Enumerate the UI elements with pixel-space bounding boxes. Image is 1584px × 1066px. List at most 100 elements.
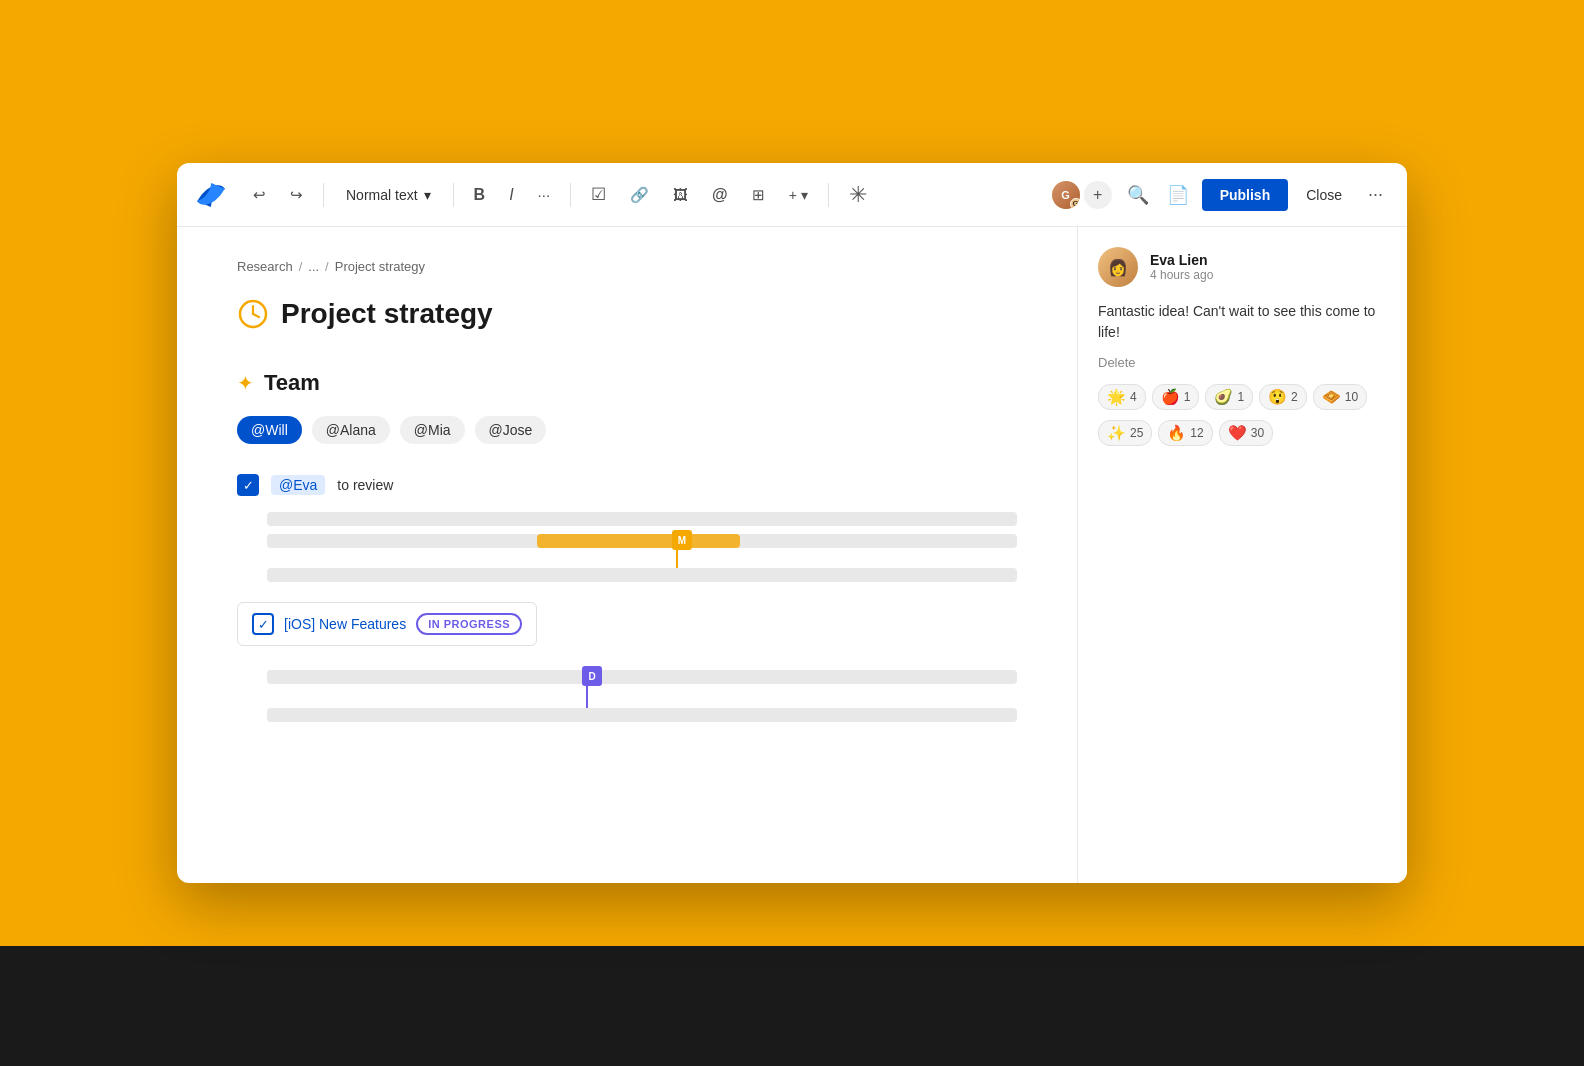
confluence-logo[interactable] bbox=[193, 177, 229, 213]
waffle-emoji: 🧇 bbox=[1322, 388, 1341, 406]
insert-chevron-icon: ▾ bbox=[801, 187, 808, 203]
reaction-apple[interactable]: 🍎 1 bbox=[1152, 384, 1200, 410]
tag-will[interactable]: @Will bbox=[237, 416, 302, 444]
table-icon: ⊞ bbox=[752, 186, 765, 204]
svg-line-2 bbox=[253, 314, 259, 317]
bold-button[interactable]: B bbox=[466, 180, 494, 210]
feature-checkbox[interactable]: ✓ bbox=[252, 613, 274, 635]
feature-card: ✓ [iOS] New Features IN PROGRESS bbox=[237, 602, 537, 646]
breadcrumb-item-3[interactable]: Project strategy bbox=[335, 259, 425, 274]
divider-3 bbox=[570, 183, 571, 207]
reaction-waffle[interactable]: 🧇 10 bbox=[1313, 384, 1367, 410]
gantt-row-1 bbox=[267, 512, 1017, 526]
team-tags: @Will @Alana @Mia @Jose bbox=[237, 416, 1017, 444]
gantt-row-3 bbox=[267, 568, 1017, 582]
task-mention[interactable]: @Eva bbox=[271, 475, 325, 495]
gantt-row-2: M bbox=[267, 534, 1017, 548]
search-icon: 🔍 bbox=[1127, 184, 1149, 206]
gantt-marker-m: M bbox=[672, 530, 692, 550]
close-button[interactable]: Close bbox=[1296, 181, 1352, 209]
undo-icon: ↩ bbox=[253, 186, 266, 204]
fire-count: 12 bbox=[1190, 426, 1203, 440]
gantt-marker-d: D bbox=[582, 666, 602, 686]
breadcrumb: Research / ... / Project strategy bbox=[237, 259, 1017, 274]
table-button[interactable]: ⊞ bbox=[744, 180, 773, 210]
bold-icon: B bbox=[474, 186, 486, 204]
collaborators: G G + bbox=[1050, 179, 1114, 211]
comment-panel: 👩 Eva Lien 4 hours ago Fantastic idea! C… bbox=[1077, 227, 1407, 883]
commenter-info: Eva Lien 4 hours ago bbox=[1150, 252, 1213, 282]
tag-alana[interactable]: @Alana bbox=[312, 416, 390, 444]
reaction-sparkles[interactable]: ✨ 25 bbox=[1098, 420, 1152, 446]
content-area: Research / ... / Project strategy Projec… bbox=[177, 227, 1407, 883]
feature-check-icon: ✓ bbox=[258, 617, 269, 632]
team-section-heading: ✦ Team bbox=[237, 370, 1017, 396]
avocado-emoji: 🥑 bbox=[1214, 388, 1233, 406]
commenter-name: Eva Lien bbox=[1150, 252, 1213, 268]
gantt-chart-1: M bbox=[237, 512, 1017, 582]
search-button[interactable]: 🔍 bbox=[1122, 179, 1154, 211]
checkbox-icon: ☑ bbox=[591, 184, 606, 205]
image-button[interactable]: 🖼 bbox=[665, 180, 696, 209]
image-icon: 🖼 bbox=[673, 186, 688, 203]
mention-button[interactable]: @ bbox=[704, 180, 736, 210]
heart-count: 30 bbox=[1251, 426, 1264, 440]
toolbar-right: G G + 🔍 📄 Publish Close ··· bbox=[1050, 179, 1391, 211]
comment-delete-button[interactable]: Delete bbox=[1098, 355, 1387, 370]
commenter-avatar: 👩 bbox=[1098, 247, 1138, 287]
magic-button[interactable]: ✳ bbox=[841, 178, 875, 212]
template-icon: 📄 bbox=[1167, 184, 1189, 206]
editor-window: ↩ ↪ Normal text ▾ B I ··· ☑ 🔗 🖼 bbox=[177, 163, 1407, 883]
avatar-user[interactable]: G G bbox=[1050, 179, 1082, 211]
page-title-row: Project strategy bbox=[237, 298, 1017, 330]
heart-emoji: ❤️ bbox=[1228, 424, 1247, 442]
breadcrumb-item-2[interactable]: ... bbox=[308, 259, 319, 274]
commenter-avatar-image: 👩 bbox=[1098, 247, 1138, 287]
shocked-count: 2 bbox=[1291, 390, 1298, 404]
text-style-label: Normal text bbox=[346, 187, 418, 203]
more-formatting-icon: ··· bbox=[538, 186, 551, 203]
gantt-row2-1: D bbox=[267, 670, 1017, 684]
italic-button[interactable]: I bbox=[501, 180, 521, 210]
more-options-button[interactable]: ··· bbox=[1360, 180, 1391, 209]
waffle-count: 10 bbox=[1345, 390, 1358, 404]
page-title-icon bbox=[237, 298, 269, 330]
reactions-row-1: 🌟 4 🍎 1 🥑 1 😲 2 🧇 10 bbox=[1098, 384, 1387, 410]
reaction-avocado[interactable]: 🥑 1 bbox=[1205, 384, 1253, 410]
task-row-1: ✓ @Eva to review bbox=[237, 474, 1017, 496]
gantt-row2-2 bbox=[267, 708, 1017, 722]
feature-name[interactable]: [iOS] New Features bbox=[284, 616, 406, 632]
template-button[interactable]: 📄 bbox=[1162, 179, 1194, 211]
shocked-emoji: 😲 bbox=[1268, 388, 1287, 406]
checkbox-button[interactable]: ☑ bbox=[583, 178, 614, 211]
sparkles-emoji: ✨ bbox=[1107, 424, 1126, 442]
more-formatting-button[interactable]: ··· bbox=[530, 180, 559, 209]
magic-icon: ✳ bbox=[849, 182, 867, 207]
chevron-down-icon: ▾ bbox=[424, 187, 431, 203]
gantt-chart-2: D bbox=[237, 670, 1017, 722]
add-collaborator-button[interactable]: + bbox=[1082, 179, 1114, 211]
italic-icon: I bbox=[509, 186, 513, 204]
reaction-star[interactable]: 🌟 4 bbox=[1098, 384, 1146, 410]
star-emoji: 🌟 bbox=[1107, 388, 1126, 406]
fire-emoji: 🔥 bbox=[1167, 424, 1186, 442]
undo-button[interactable]: ↩ bbox=[245, 180, 274, 210]
insert-button[interactable]: + ▾ bbox=[781, 181, 816, 209]
redo-button[interactable]: ↪ bbox=[282, 180, 311, 210]
reaction-shocked[interactable]: 😲 2 bbox=[1259, 384, 1307, 410]
publish-button[interactable]: Publish bbox=[1202, 179, 1289, 211]
comment-header: 👩 Eva Lien 4 hours ago bbox=[1098, 247, 1387, 287]
breadcrumb-item-1[interactable]: Research bbox=[237, 259, 293, 274]
tag-jose[interactable]: @Jose bbox=[475, 416, 547, 444]
sparkle-icon: ✦ bbox=[237, 371, 254, 395]
tag-mia[interactable]: @Mia bbox=[400, 416, 465, 444]
more-options-icon: ··· bbox=[1368, 184, 1383, 204]
toolbar: ↩ ↪ Normal text ▾ B I ··· ☑ 🔗 🖼 bbox=[177, 163, 1407, 227]
reaction-heart[interactable]: ❤️ 30 bbox=[1219, 420, 1273, 446]
reaction-fire[interactable]: 🔥 12 bbox=[1158, 420, 1212, 446]
text-style-button[interactable]: Normal text ▾ bbox=[336, 181, 441, 209]
editor-pane[interactable]: Research / ... / Project strategy Projec… bbox=[177, 227, 1077, 883]
breadcrumb-sep-2: / bbox=[325, 259, 329, 274]
link-button[interactable]: 🔗 bbox=[622, 180, 657, 210]
task-checkbox[interactable]: ✓ bbox=[237, 474, 259, 496]
